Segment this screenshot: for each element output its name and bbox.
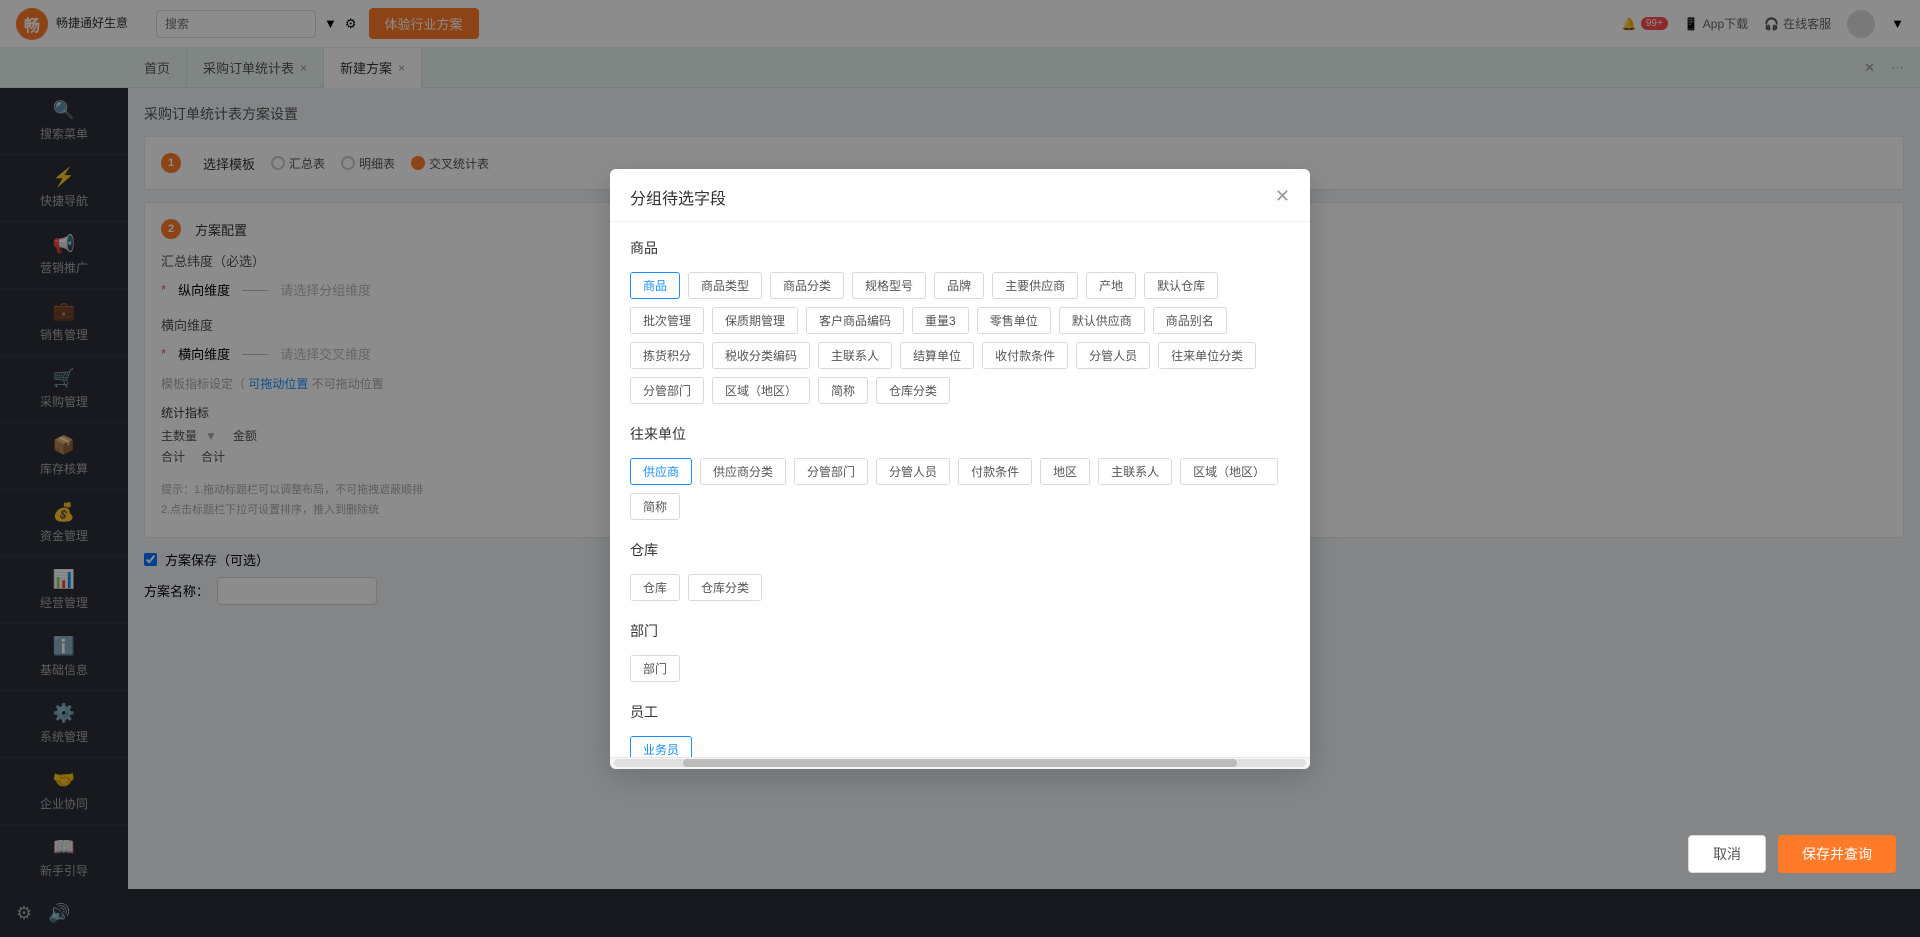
field-tag-1-2[interactable]: 分管部门 (794, 458, 868, 485)
field-tag-0-20[interactable]: 分管人员 (1076, 342, 1150, 369)
action-buttons: 取消 保存并查询 (1688, 835, 1896, 873)
field-tag-0-14[interactable]: 商品别名 (1153, 307, 1227, 334)
field-tag-2-1[interactable]: 仓库分类 (688, 574, 762, 601)
field-tag-0-17[interactable]: 主联系人 (818, 342, 892, 369)
field-tag-0-23[interactable]: 区域（地区） (712, 377, 810, 404)
field-tag-0-5[interactable]: 主要供应商 (992, 272, 1078, 299)
field-tag-0-25[interactable]: 仓库分类 (876, 377, 950, 404)
field-tag-3-0[interactable]: 部门 (630, 655, 680, 682)
field-tag-0-24[interactable]: 简称 (818, 377, 868, 404)
field-tag-4-0[interactable]: 业务员 (630, 736, 692, 757)
field-tag-0-21[interactable]: 往来单位分类 (1158, 342, 1256, 369)
field-tags-1: 供应商供应商分类分管部门分管人员付款条件地区主联系人区域（地区） 简称 (630, 458, 1290, 520)
scrollbar-thumb (683, 759, 1237, 767)
field-tag-0-1[interactable]: 商品类型 (688, 272, 762, 299)
field-section-4: 员工业务员 (630, 702, 1290, 757)
field-tag-0-7[interactable]: 默认仓库 (1144, 272, 1218, 299)
modal-footer-scroll (610, 757, 1310, 769)
modal-body: 商品商品商品类型商品分类规格型号品牌主要供应商产地默认仓库批次管理保质期管理客户… (610, 222, 1310, 757)
field-tag-0-19[interactable]: 收付款条件 (982, 342, 1068, 369)
field-tag-0-0[interactable]: 商品 (630, 272, 680, 299)
field-tag-0-6[interactable]: 产地 (1086, 272, 1136, 299)
field-tags-3: 部门 (630, 655, 1290, 682)
field-tag-1-6[interactable]: 主联系人 (1098, 458, 1172, 485)
field-tag-0-13[interactable]: 默认供应商 (1059, 307, 1145, 334)
field-tag-0-15[interactable]: 拣货积分 (630, 342, 704, 369)
save-button[interactable]: 保存并查询 (1778, 835, 1896, 873)
field-section-2: 仓库仓库仓库分类 (630, 540, 1290, 601)
modal: 分组待选字段 ✕ 商品商品商品类型商品分类规格型号品牌主要供应商产地默认仓库批次… (610, 169, 1310, 769)
field-tag-0-9[interactable]: 保质期管理 (712, 307, 798, 334)
modal-title: 分组待选字段 (630, 185, 726, 209)
field-tag-1-0[interactable]: 供应商 (630, 458, 692, 485)
field-tag-0-16[interactable]: 税收分类编码 (712, 342, 810, 369)
horizontal-scrollbar[interactable] (614, 759, 1306, 767)
field-tag-1-1[interactable]: 供应商分类 (700, 458, 786, 485)
field-section-0: 商品商品商品类型商品分类规格型号品牌主要供应商产地默认仓库批次管理保质期管理客户… (630, 238, 1290, 404)
field-section-title-3: 部门 (630, 621, 1290, 645)
field-section-3: 部门部门 (630, 621, 1290, 682)
field-section-title-2: 仓库 (630, 540, 1290, 564)
field-tag-0-11[interactable]: 重量3 (912, 307, 969, 334)
field-section-1: 往来单位供应商供应商分类分管部门分管人员付款条件地区主联系人区域（地区） 简称 (630, 424, 1290, 520)
field-tag-1-4[interactable]: 付款条件 (958, 458, 1032, 485)
field-tag-0-3[interactable]: 规格型号 (852, 272, 926, 299)
field-tag-1-7[interactable]: 区域（地区） (1180, 458, 1278, 485)
modal-close-btn[interactable]: ✕ (1275, 186, 1290, 207)
field-section-title-1: 往来单位 (630, 424, 1290, 448)
field-tag-0-12[interactable]: 零售单位 (977, 307, 1051, 334)
field-tag-0-8[interactable]: 批次管理 (630, 307, 704, 334)
field-section-title-0: 商品 (630, 238, 1290, 262)
field-tag-0-4[interactable]: 品牌 (934, 272, 984, 299)
modal-header: 分组待选字段 ✕ (610, 169, 1310, 222)
field-tag-0-2[interactable]: 商品分类 (770, 272, 844, 299)
field-tags-2: 仓库仓库分类 (630, 574, 1290, 601)
field-tag-0-22[interactable]: 分管部门 (630, 377, 704, 404)
modal-overlay: 分组待选字段 ✕ 商品商品商品类型商品分类规格型号品牌主要供应商产地默认仓库批次… (0, 0, 1920, 937)
cancel-button[interactable]: 取消 (1688, 835, 1766, 873)
field-tag-1-5[interactable]: 地区 (1040, 458, 1090, 485)
field-tag-0-10[interactable]: 客户商品编码 (806, 307, 904, 334)
field-tag-2-0[interactable]: 仓库 (630, 574, 680, 601)
field-tags-4: 业务员 (630, 736, 1290, 757)
field-tag-1-8[interactable]: 简称 (630, 493, 680, 520)
field-tags-0: 商品商品类型商品分类规格型号品牌主要供应商产地默认仓库批次管理保质期管理客户商品… (630, 272, 1290, 404)
field-section-title-4: 员工 (630, 702, 1290, 726)
field-tag-0-18[interactable]: 结算单位 (900, 342, 974, 369)
field-tag-1-3[interactable]: 分管人员 (876, 458, 950, 485)
